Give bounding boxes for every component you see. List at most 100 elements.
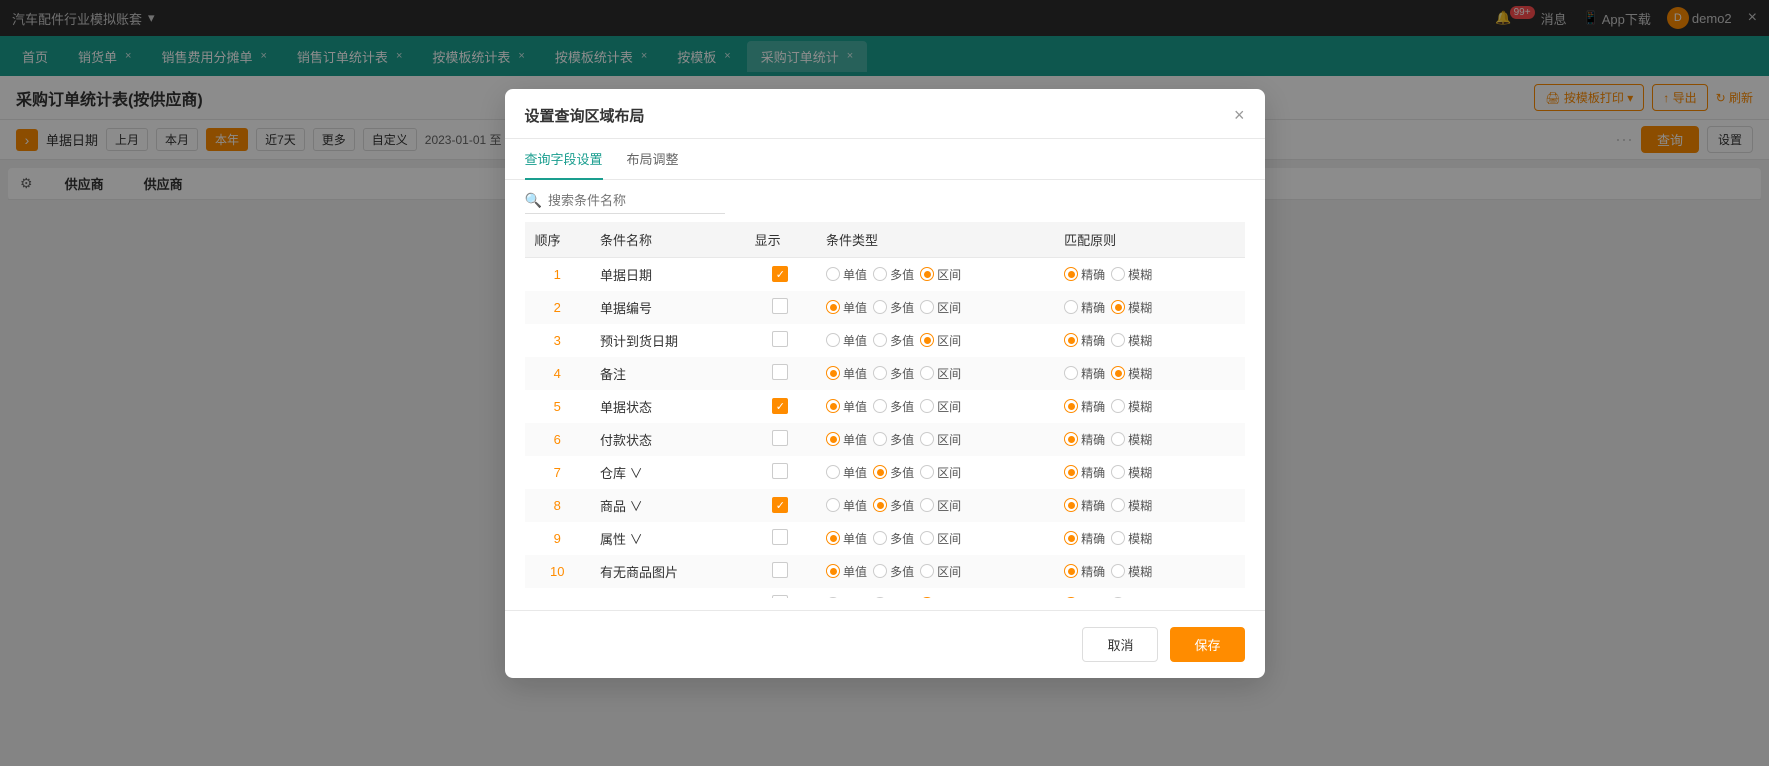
radio-single[interactable] <box>826 267 840 281</box>
match-radio-fuzzy[interactable]: 模糊 <box>1111 299 1152 316</box>
type-radio-single[interactable]: 单值 <box>826 299 867 316</box>
row-display[interactable] <box>745 324 816 357</box>
match-radio-exact[interactable]: 精确 <box>1064 365 1105 382</box>
match-radio-fuzzy[interactable]: 模糊 <box>1111 596 1152 598</box>
radio-single[interactable] <box>826 531 840 545</box>
row-display[interactable] <box>745 489 816 522</box>
match-radio-fuzzy[interactable]: 模糊 <box>1111 464 1152 481</box>
match-radio-fuzzy[interactable]: 模糊 <box>1111 332 1152 349</box>
match-radio-exact[interactable]: 精确 <box>1064 530 1105 547</box>
match-radio-exact[interactable]: 精确 <box>1064 563 1105 580</box>
type-radio-range[interactable]: 区间 <box>920 596 961 598</box>
radio-multi[interactable] <box>873 597 887 598</box>
match-radio-exact[interactable]: 精确 <box>1064 431 1105 448</box>
dialog-close-btn[interactable]: × <box>1234 106 1245 124</box>
radio-match-fuzzy[interactable] <box>1111 564 1125 578</box>
type-radio-single[interactable]: 单值 <box>826 530 867 547</box>
radio-match-fuzzy[interactable] <box>1111 267 1125 281</box>
radio-range[interactable] <box>920 597 934 598</box>
type-radio-multi[interactable]: 多值 <box>873 497 914 514</box>
type-radio-single[interactable]: 单值 <box>826 431 867 448</box>
display-checkbox[interactable] <box>772 298 788 314</box>
type-radio-range[interactable]: 区间 <box>920 497 961 514</box>
type-radio-range[interactable]: 区间 <box>920 563 961 580</box>
search-input[interactable] <box>548 193 725 208</box>
radio-range[interactable] <box>920 300 934 314</box>
radio-match-exact[interactable] <box>1064 267 1078 281</box>
cancel-button[interactable]: 取消 <box>1082 627 1158 662</box>
type-radio-multi[interactable]: 多值 <box>873 530 914 547</box>
radio-multi[interactable] <box>873 465 887 479</box>
match-radio-fuzzy[interactable]: 模糊 <box>1111 266 1152 283</box>
radio-multi[interactable] <box>873 498 887 512</box>
type-radio-single[interactable]: 单值 <box>826 563 867 580</box>
radio-range[interactable] <box>920 399 934 413</box>
type-radio-multi[interactable]: 多值 <box>873 398 914 415</box>
match-radio-fuzzy[interactable]: 模糊 <box>1111 563 1152 580</box>
radio-multi[interactable] <box>873 531 887 545</box>
match-radio-exact[interactable]: 精确 <box>1064 398 1105 415</box>
type-radio-single[interactable]: 单值 <box>826 332 867 349</box>
display-checkbox[interactable] <box>772 398 788 414</box>
radio-range[interactable] <box>920 432 934 446</box>
radio-match-exact[interactable] <box>1064 399 1078 413</box>
radio-match-fuzzy[interactable] <box>1111 399 1125 413</box>
radio-multi[interactable] <box>873 564 887 578</box>
radio-match-fuzzy[interactable] <box>1111 366 1125 380</box>
match-radio-exact[interactable]: 精确 <box>1064 596 1105 598</box>
display-checkbox[interactable] <box>772 463 788 479</box>
radio-range[interactable] <box>920 366 934 380</box>
match-radio-fuzzy[interactable]: 模糊 <box>1111 530 1152 547</box>
type-radio-multi[interactable]: 多值 <box>873 464 914 481</box>
radio-multi[interactable] <box>873 333 887 347</box>
row-display[interactable] <box>745 357 816 390</box>
type-radio-multi[interactable]: 多值 <box>873 299 914 316</box>
display-checkbox[interactable] <box>772 595 788 598</box>
radio-match-exact[interactable] <box>1064 597 1078 598</box>
radio-single[interactable] <box>826 432 840 446</box>
type-radio-multi[interactable]: 多值 <box>873 596 914 598</box>
radio-match-exact[interactable] <box>1064 465 1078 479</box>
radio-match-exact[interactable] <box>1064 333 1078 347</box>
radio-multi[interactable] <box>873 300 887 314</box>
display-checkbox[interactable] <box>772 529 788 545</box>
radio-single[interactable] <box>826 597 840 598</box>
radio-range[interactable] <box>920 333 934 347</box>
radio-match-fuzzy[interactable] <box>1111 498 1125 512</box>
type-radio-range[interactable]: 区间 <box>920 299 961 316</box>
radio-match-exact[interactable] <box>1064 432 1078 446</box>
type-radio-single[interactable]: 单值 <box>826 266 867 283</box>
radio-match-exact[interactable] <box>1064 531 1078 545</box>
radio-range[interactable] <box>920 498 934 512</box>
display-checkbox[interactable] <box>772 562 788 578</box>
row-display[interactable] <box>745 588 816 598</box>
type-radio-single[interactable]: 单值 <box>826 596 867 598</box>
type-radio-single[interactable]: 单值 <box>826 398 867 415</box>
radio-match-exact[interactable] <box>1064 564 1078 578</box>
radio-single[interactable] <box>826 564 840 578</box>
radio-match-exact[interactable] <box>1064 300 1078 314</box>
type-radio-range[interactable]: 区间 <box>920 398 961 415</box>
match-radio-fuzzy[interactable]: 模糊 <box>1111 365 1152 382</box>
tab-fields[interactable]: 查询字段设置 <box>525 139 603 180</box>
type-radio-single[interactable]: 单值 <box>826 497 867 514</box>
radio-match-exact[interactable] <box>1064 498 1078 512</box>
match-radio-exact[interactable]: 精确 <box>1064 266 1105 283</box>
type-radio-single[interactable]: 单值 <box>826 365 867 382</box>
row-display[interactable] <box>745 555 816 588</box>
type-radio-multi[interactable]: 多值 <box>873 365 914 382</box>
save-button[interactable]: 保存 <box>1170 627 1244 662</box>
type-radio-range[interactable]: 区间 <box>920 464 961 481</box>
radio-single[interactable] <box>826 333 840 347</box>
type-radio-range[interactable]: 区间 <box>920 332 961 349</box>
type-radio-single[interactable]: 单值 <box>826 464 867 481</box>
display-checkbox[interactable] <box>772 331 788 347</box>
radio-multi[interactable] <box>873 267 887 281</box>
radio-match-fuzzy[interactable] <box>1111 300 1125 314</box>
radio-match-exact[interactable] <box>1064 366 1078 380</box>
radio-match-fuzzy[interactable] <box>1111 531 1125 545</box>
match-radio-fuzzy[interactable]: 模糊 <box>1111 398 1152 415</box>
row-display[interactable] <box>745 291 816 324</box>
radio-range[interactable] <box>920 465 934 479</box>
match-radio-exact[interactable]: 精确 <box>1064 332 1105 349</box>
